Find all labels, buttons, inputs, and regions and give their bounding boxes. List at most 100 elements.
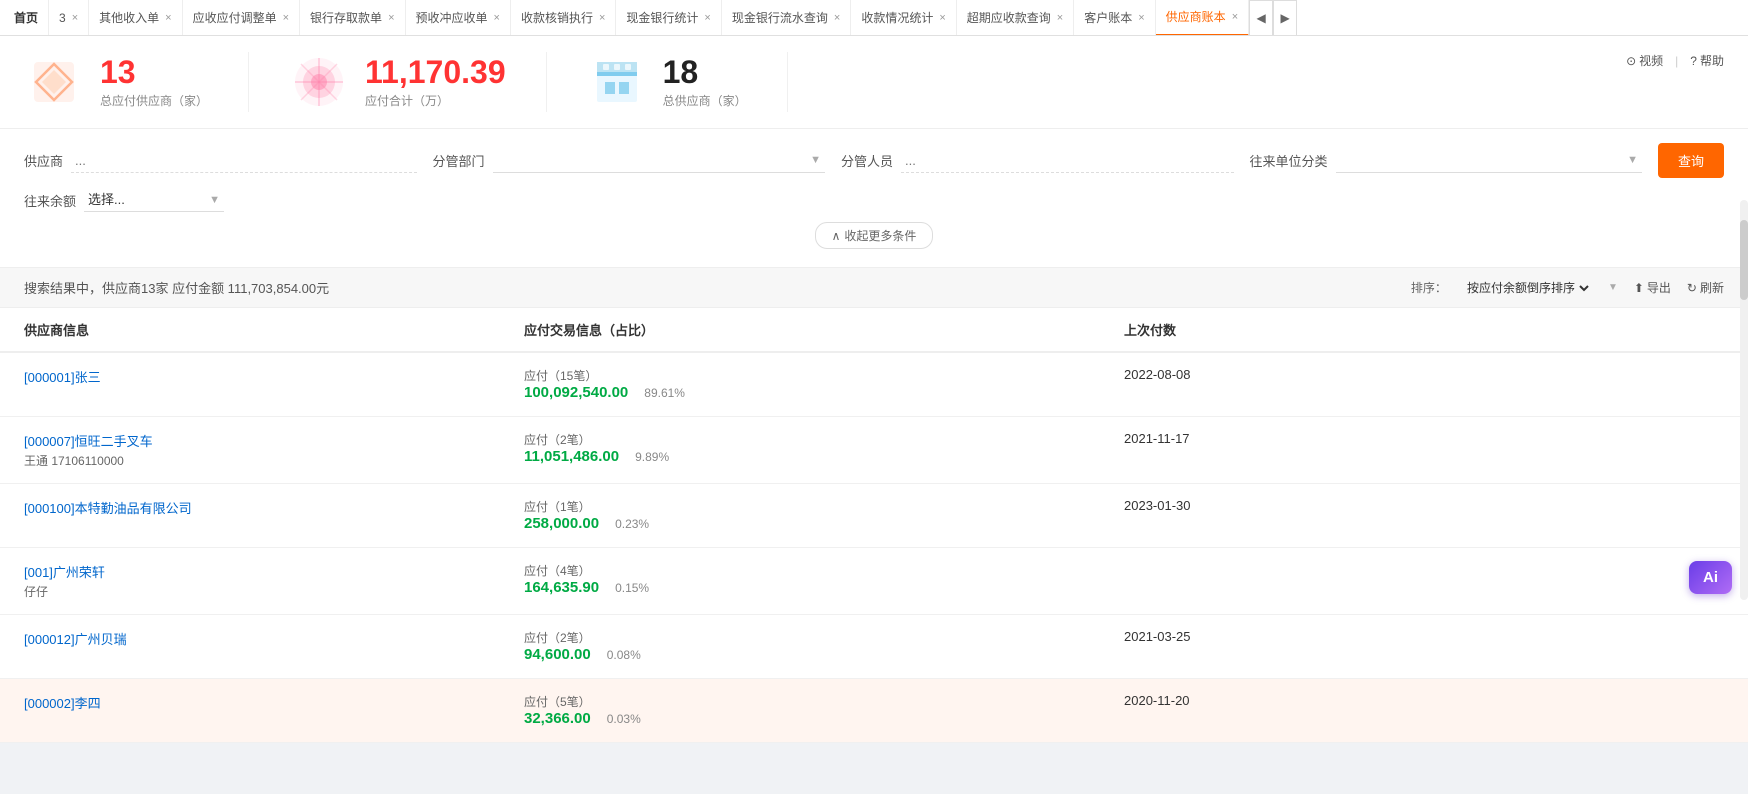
tx-amount[interactable]: 11,051,486.00 bbox=[524, 448, 619, 465]
tx-info: 94,600.00 0.08% bbox=[524, 646, 1124, 663]
tx-amount[interactable]: 94,600.00 bbox=[524, 646, 591, 663]
tx-info-cell: 应付（2笔） 11,051,486.00 9.89% bbox=[524, 431, 1124, 465]
tx-amount[interactable]: 32,366.00 bbox=[524, 710, 591, 727]
supplier-link[interactable]: [000100]本特勤油品有限公司 bbox=[24, 501, 192, 516]
tx-label: 应付（4笔） bbox=[524, 562, 1124, 579]
nav-tab-3-close[interactable]: × bbox=[72, 12, 78, 24]
col-tx-info: 应付交易信息（占比） bbox=[524, 320, 1124, 339]
nav-tab-overdue[interactable]: 超期应收款查询 × bbox=[957, 0, 1074, 36]
col-last-pay: 上次付数 bbox=[1124, 320, 1724, 339]
filter-section: 供应商 分管部门 ▼ 分管人员 往来单位分类 ▼ bbox=[0, 129, 1748, 268]
nav-tab-customer-book[interactable]: 客户账本 × bbox=[1074, 0, 1155, 36]
last-pay-date: 2023-01-30 bbox=[1124, 498, 1191, 513]
tx-amount[interactable]: 100,092,540.00 bbox=[524, 384, 628, 401]
supplier-link[interactable]: [000001]张三 bbox=[24, 370, 101, 385]
help-label: 帮助 bbox=[1700, 52, 1724, 69]
last-pay-date: 2020-11-20 bbox=[1124, 693, 1190, 708]
scrollbar-thumb[interactable] bbox=[1740, 220, 1748, 300]
collapse-btn-wrap: ∧ 收起更多条件 bbox=[24, 222, 1724, 249]
tx-percent: 89.61% bbox=[644, 386, 685, 400]
balance-filter-select[interactable]: 选择... bbox=[84, 188, 224, 211]
nav-tab-other-income[interactable]: 其他收入单 × bbox=[89, 0, 182, 36]
close-icon[interactable]: × bbox=[1232, 11, 1238, 23]
diamond-icon bbox=[24, 52, 84, 112]
dept-filter-label: 分管部门 bbox=[433, 151, 485, 170]
person-filter-input[interactable] bbox=[901, 149, 1233, 173]
nav-tab-adjust-label: 应收应付调整单 bbox=[193, 9, 277, 26]
tx-label: 应付（5笔） bbox=[524, 693, 1124, 710]
export-button[interactable]: ⬆ 导出 bbox=[1634, 279, 1671, 296]
close-icon[interactable]: × bbox=[599, 12, 605, 24]
export-icon: ⬆ bbox=[1634, 281, 1644, 295]
grain-icon bbox=[289, 52, 349, 112]
nav-tab-cash-flow[interactable]: 现金银行流水查询 × bbox=[722, 0, 851, 36]
nav-next-button[interactable]: ▶ bbox=[1273, 0, 1297, 36]
supplier-sub: 王通 17106110000 bbox=[24, 452, 524, 469]
filter-supplier: 供应商 bbox=[24, 149, 417, 173]
supplier-info-cell: [001]广州荣轩 仔仔 bbox=[24, 562, 524, 600]
result-bar: 搜索结果中，供应商13家 应付金额 111,703,854.00元 排序： 按应… bbox=[0, 268, 1748, 308]
supplier-filter-input[interactable] bbox=[71, 149, 416, 173]
last-pay-date: 2022-08-08 bbox=[1124, 367, 1191, 382]
unit-class-filter-select[interactable] bbox=[1336, 149, 1642, 172]
close-icon[interactable]: × bbox=[834, 12, 840, 24]
nav-prev-button[interactable]: ◀ bbox=[1249, 0, 1273, 36]
table-row: [000007]恒旺二手叉车 王通 17106110000 应付（2笔） 11,… bbox=[0, 417, 1748, 484]
nav-tab-cash-flow-label: 现金银行流水查询 bbox=[732, 9, 828, 26]
last-pay-date: 2021-03-25 bbox=[1124, 629, 1191, 644]
nav-tab-supplier-book[interactable]: 供应商账本 × bbox=[1156, 0, 1249, 36]
stat-payable-suppliers: 13 总应付供应商（家） bbox=[24, 52, 249, 112]
store-icon bbox=[587, 52, 647, 112]
nav-tab-collect-stat[interactable]: 收款情况统计 × bbox=[851, 0, 956, 36]
help-link[interactable]: ? 帮助 bbox=[1690, 52, 1724, 69]
supplier-link[interactable]: [000012]广州贝瑞 bbox=[24, 632, 127, 647]
nav-tab-pre-collect[interactable]: 预收冲应收单 × bbox=[406, 0, 511, 36]
collapse-label: 收起更多条件 bbox=[844, 227, 916, 244]
nav-tab-pre-collect-label: 预收冲应收单 bbox=[416, 9, 488, 26]
refresh-button[interactable]: ↻ 刷新 bbox=[1687, 279, 1724, 296]
close-icon[interactable]: × bbox=[704, 12, 710, 24]
nav-tab-adjust[interactable]: 应收应付调整单 × bbox=[183, 0, 300, 36]
nav-tab-3[interactable]: 3 × bbox=[49, 0, 89, 36]
query-button[interactable]: 查询 bbox=[1658, 143, 1724, 178]
close-icon[interactable]: × bbox=[939, 12, 945, 24]
refresh-icon: ↻ bbox=[1687, 281, 1697, 295]
dept-select-wrap: ▼ bbox=[493, 149, 825, 173]
video-link[interactable]: ⊙ 视频 bbox=[1626, 52, 1663, 69]
tx-info: 11,051,486.00 9.89% bbox=[524, 448, 1124, 465]
close-icon[interactable]: × bbox=[165, 12, 171, 24]
top-navigation: 首页 3 × 其他收入单 × 应收应付调整单 × 银行存取款单 × 预收冲应收单… bbox=[0, 0, 1748, 36]
tx-amount[interactable]: 258,000.00 bbox=[524, 515, 599, 532]
dept-filter-select[interactable] bbox=[493, 149, 825, 172]
supplier-link[interactable]: [001]广州荣轩 bbox=[24, 565, 105, 580]
scrollbar-track[interactable] bbox=[1740, 200, 1748, 600]
supplier-info-cell: [000012]广州贝瑞 bbox=[24, 629, 524, 648]
nav-tab-supplier-book-label: 供应商账本 bbox=[1166, 8, 1226, 25]
header-actions: ⊙ 视频 | ? 帮助 bbox=[1626, 52, 1724, 69]
close-icon[interactable]: × bbox=[1057, 12, 1063, 24]
nav-tab-home[interactable]: 首页 bbox=[4, 0, 49, 36]
tx-amount[interactable]: 164,635.90 bbox=[524, 579, 599, 596]
tx-info: 164,635.90 0.15% bbox=[524, 579, 1124, 596]
sort-select[interactable]: 按应付余额倒序排序 bbox=[1463, 280, 1592, 296]
supplier-info-cell: [000007]恒旺二手叉车 王通 17106110000 bbox=[24, 431, 524, 469]
ai-button[interactable]: Ai bbox=[1689, 561, 1732, 594]
close-icon[interactable]: × bbox=[388, 12, 394, 24]
nav-tab-verify[interactable]: 收款核销执行 × bbox=[511, 0, 616, 36]
nav-tab-cash-stat-label: 现金银行统计 bbox=[626, 9, 698, 26]
stat-payable-amount-info: 11,170.39 应付合计（万） bbox=[365, 55, 506, 109]
last-pay-cell: 2021-11-17 bbox=[1124, 431, 1724, 446]
close-icon[interactable]: × bbox=[1138, 12, 1144, 24]
close-icon[interactable]: × bbox=[494, 12, 500, 24]
stat-payable-suppliers-info: 13 总应付供应商（家） bbox=[100, 55, 208, 109]
tx-percent: 0.23% bbox=[615, 517, 649, 531]
unit-class-select-wrap: ▼ bbox=[1336, 149, 1642, 173]
supplier-link[interactable]: [000002]李四 bbox=[24, 696, 101, 711]
nav-tab-bank-deposit[interactable]: 银行存取款单 × bbox=[300, 0, 405, 36]
nav-tab-cash-stat[interactable]: 现金银行统计 × bbox=[616, 0, 721, 36]
collapse-button[interactable]: ∧ 收起更多条件 bbox=[815, 222, 934, 249]
supplier-link[interactable]: [000007]恒旺二手叉车 bbox=[24, 434, 153, 449]
close-icon[interactable]: × bbox=[283, 12, 289, 24]
result-actions: 排序： 按应付余额倒序排序 ▼ ⬆ 导出 ↻ 刷新 bbox=[1411, 279, 1724, 296]
stats-header: 13 总应付供应商（家） 11,170.39 应付合计（万） bbox=[0, 36, 1748, 129]
